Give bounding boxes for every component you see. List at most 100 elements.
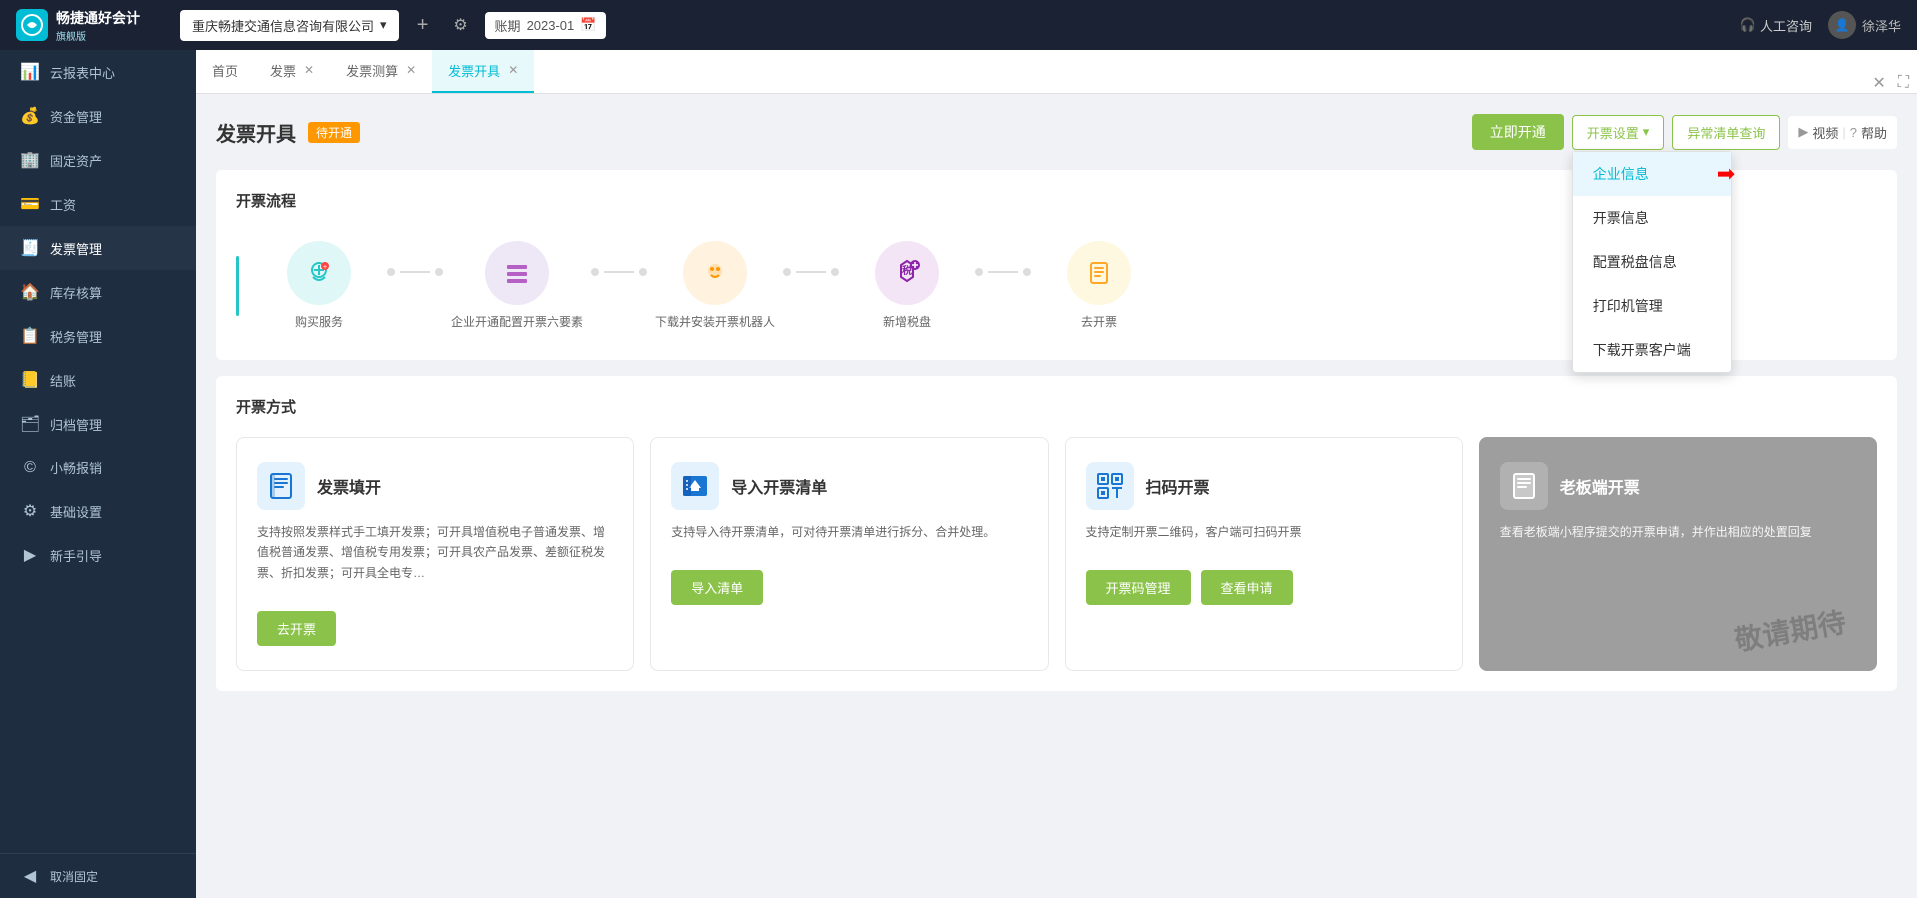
sidebar-item-quxiao[interactable]: ◀ 取消固定 (0, 854, 196, 898)
sidebar-label: 基础设置 (50, 502, 102, 521)
logo-subtitle: 旗舰版 (56, 28, 140, 43)
app-container: 畅捷通好会计 旗舰版 重庆畅捷交通信息咨询有限公司 ▾ + ⚙ 账期 2023-… (0, 0, 1917, 898)
method-icon-daoru (671, 462, 719, 510)
sidebar-label: 云报表中心 (50, 63, 115, 82)
money-icon: 💰 (20, 106, 40, 126)
help-label[interactable]: 帮助 (1861, 123, 1887, 142)
sidebar-label: 工资 (50, 195, 76, 214)
sidebar-label: 结账 (50, 371, 76, 390)
tab-fapiaocesuan-close[interactable]: ✕ (406, 63, 416, 77)
view-apply-button[interactable]: 查看申请 (1201, 570, 1293, 605)
gear-icon: ⚙ (20, 501, 40, 521)
top-center: 重庆畅捷交通信息咨询有限公司 ▾ + ⚙ 账期 2023-01 📅 (152, 10, 1728, 41)
dropdown-item-peizhi[interactable]: 配置税盘信息 (1573, 240, 1731, 284)
logo-title: 畅捷通好会计 (56, 8, 140, 28)
import-list-button[interactable]: 导入清单 (671, 570, 763, 605)
method-header-tianxie: 发票填开 (257, 462, 613, 510)
settings-dropdown: 企业信息 开票信息 配置税盘信息 打印机管理 下载开票客户端 (1572, 151, 1732, 373)
sidebar-label: 新手引导 (50, 546, 102, 565)
method-icon-laobanduan (1500, 462, 1548, 510)
sidebar-item-jiezhang[interactable]: 📒 结账 (0, 358, 196, 402)
step-label-qukaipi: 去开票 (1081, 313, 1117, 330)
step-icon-xinzeng: 税 (875, 241, 939, 305)
sidebar-label: 发票管理 (50, 239, 102, 258)
sidebar-item-xinshoudayin[interactable]: ▶ 新手引导 (0, 533, 196, 577)
tab-fapiaocesuan[interactable]: 发票测算 ✕ (330, 50, 432, 93)
archive-icon: 🗂 (20, 414, 40, 434)
box-icon: 🏠 (20, 282, 40, 302)
sidebar-label: 税务管理 (50, 327, 102, 346)
methods-section: 开票方式 (216, 376, 1897, 691)
logo-icon (16, 9, 48, 41)
exception-button[interactable]: 异常清单查询 (1672, 115, 1780, 150)
vertical-divider (236, 256, 239, 316)
sidebar-item-gongzi[interactable]: 💳 工资 (0, 182, 196, 226)
dropdown-item-xiazai[interactable]: 下载开票客户端 (1573, 328, 1731, 372)
tab-fapiao-close[interactable]: ✕ (304, 63, 314, 77)
video-label[interactable]: 视频 (1812, 123, 1838, 142)
sidebar-item-shuiwu[interactable]: 📋 税务管理 (0, 314, 196, 358)
tab-bar: 首页 发票 ✕ 发票测算 ✕ 发票开具 ✕ ✕ ⛶ (196, 50, 1917, 94)
step-label-goumai: 购买服务 (295, 313, 343, 330)
step-icon-goumai: + (287, 241, 351, 305)
chevron-down-icon: ▾ (380, 17, 387, 33)
goto-kaipiao-button[interactable]: 去开票 (257, 611, 336, 646)
sidebar-item-jichushezhi[interactable]: ⚙ 基础设置 (0, 489, 196, 533)
settings-button-label: 开票设置 (1587, 123, 1639, 142)
tab-fapiaokaipu-close[interactable]: ✕ (508, 63, 518, 77)
sidebar-item-yunbao[interactable]: 📊 云报表中心 (0, 50, 196, 94)
sidebar-item-guidang[interactable]: 🗂 归档管理 (0, 402, 196, 446)
step-icon-qukaipi (1067, 241, 1131, 305)
tab-home-label: 首页 (212, 61, 238, 80)
maximize-icon[interactable]: ⛶ (1898, 74, 1909, 92)
period-selector[interactable]: 账期 2023-01 📅 (485, 12, 607, 39)
sidebar-label: 小畅报销 (50, 458, 102, 477)
tax-icon: 📋 (20, 326, 40, 346)
flow-step-qukaipi: 去开票 (1039, 241, 1159, 330)
period-label: 账期 (495, 16, 521, 35)
user-info[interactable]: 👤 徐泽华 (1828, 11, 1901, 39)
dropdown-item-qiye[interactable]: 企业信息 (1573, 152, 1731, 196)
add-tab-button[interactable]: + (409, 11, 437, 39)
close-icon[interactable]: ✕ (1872, 73, 1885, 93)
step-label-xiazai: 下载并安装开票机器人 (655, 313, 775, 330)
calendar-icon: 📅 (580, 17, 596, 33)
settings-button[interactable]: 开票设置 ▾ (1572, 115, 1665, 150)
method-icon-saoma (1086, 462, 1134, 510)
tab-fapiaokaipu[interactable]: 发票开具 ✕ (432, 50, 534, 93)
tab-home[interactable]: 首页 (196, 50, 254, 93)
sidebar-item-fapiao[interactable]: 🧾 发票管理 (0, 226, 196, 270)
sidebar-item-guding[interactable]: 🏢 固定资产 (0, 138, 196, 182)
sidebar-item-zijin[interactable]: 💰 资金管理 (0, 94, 196, 138)
page-content: 发票开具 待开通 立即开通 开票设置 ▾ 企业信息 (196, 94, 1917, 898)
step-icon-xiazai (683, 241, 747, 305)
sidebar-item-kucun[interactable]: 🏠 库存核算 (0, 270, 196, 314)
step-label-xinzeng: 新增税盘 (883, 313, 931, 330)
support-label: 人工咨询 (1760, 16, 1812, 35)
user-name: 徐泽华 (1862, 16, 1901, 35)
invoice-icon: 🧾 (20, 238, 40, 258)
qrcode-manage-button[interactable]: 开票码管理 (1086, 570, 1191, 605)
sidebar-label: 取消固定 (50, 868, 98, 885)
settings-icon[interactable]: ⚙ (447, 11, 475, 39)
method-card-laobanduan: 老板端开票 查看老板端小程序提交的开票申请，并作出相应的处置回复 敬请期待 (1479, 437, 1877, 671)
activate-button[interactable]: 立即开通 (1472, 114, 1564, 150)
tab-fapiaokaipu-label: 发票开具 (448, 61, 500, 80)
main-area: 📊 云报表中心 💰 资金管理 🏢 固定资产 💳 工资 🧾 发票管理 (0, 50, 1917, 898)
sidebar-item-xiaochang[interactable]: © 小畅报销 (0, 446, 196, 489)
flow-step-goumai: + 购买服务 (259, 241, 379, 330)
dropdown-item-dayinji[interactable]: 打印机管理 (1573, 284, 1731, 328)
dropdown-item-kaipiao[interactable]: 开票信息 (1573, 196, 1731, 240)
company-selector[interactable]: 重庆畅捷交通信息咨询有限公司 ▾ (180, 10, 399, 41)
sidebar-bottom: ◀ 取消固定 (0, 853, 196, 898)
method-header-daoru: 导入开票清单 (671, 462, 1027, 510)
method-icon-tianxie (257, 462, 305, 510)
connector-2 (591, 268, 647, 276)
video-help-area: ▶ 视频 | ? 帮助 (1788, 116, 1897, 149)
watermark-text: 敬请期待 (1731, 601, 1848, 660)
support-button[interactable]: 🎧 人工咨询 (1740, 16, 1812, 35)
tab-fapiao[interactable]: 发票 ✕ (254, 50, 330, 93)
method-desc-saoma: 支持定制开票二维码，客户端可扫码开票 (1086, 522, 1442, 542)
tab-fapiao-label: 发票 (270, 61, 296, 80)
method-title-laobanduan: 老板端开票 (1560, 474, 1640, 498)
